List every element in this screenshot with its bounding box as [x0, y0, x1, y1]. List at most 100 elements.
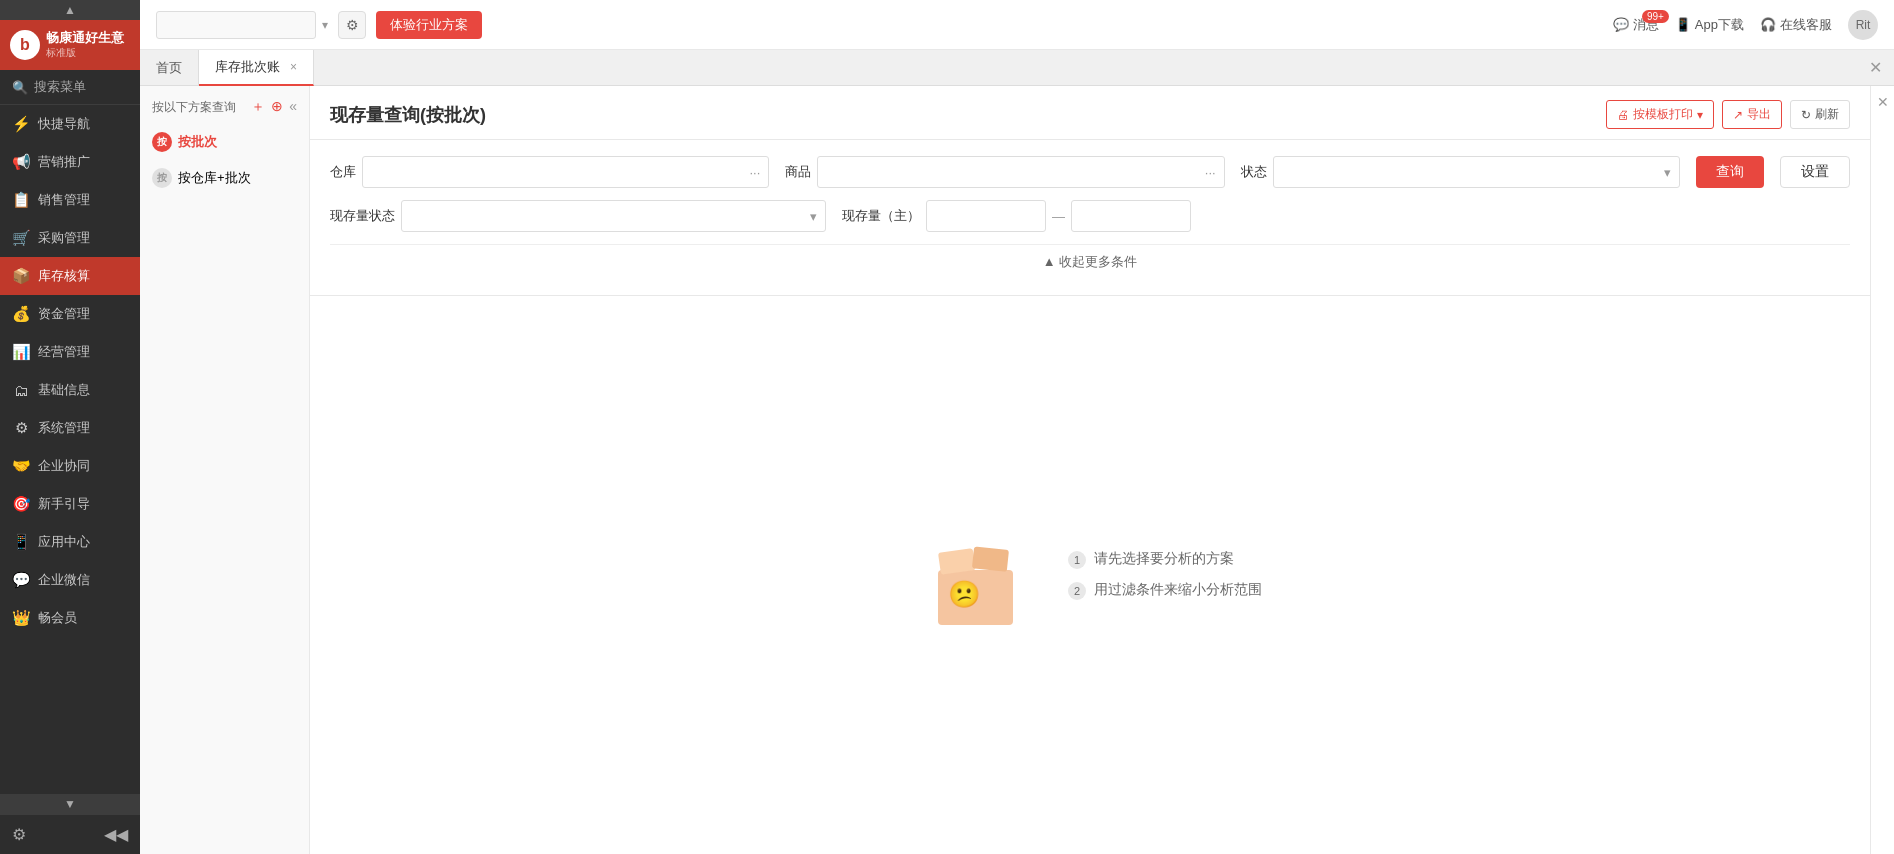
quick-nav-icon: ⚡ [12, 115, 30, 133]
sidebar: ▲ b 畅康通好生意 标准版 🔍 搜索菜单 ⚡ 快捷导航 📢 营销推广 📋 销售… [0, 0, 140, 854]
sidebar-scroll-up[interactable]: ▲ [0, 0, 140, 20]
page-title: 现存量查询(按批次) [330, 103, 486, 127]
scheme-item-batch[interactable]: 按 按批次 [140, 124, 309, 160]
system-icon: ⚙ [12, 419, 30, 437]
warehouse-label: 仓库 [330, 163, 356, 181]
tab-home-label: 首页 [156, 59, 182, 77]
sidebar-item-operations[interactable]: 📊 经营管理 [0, 333, 140, 371]
page-header: 现存量查询(按批次) 🖨 按模板打印 ▾ ↗ 导出 ↻ [310, 86, 1870, 140]
collapse-more-btn[interactable]: ▲ 收起更多条件 [330, 244, 1850, 279]
filter-warehouse: 仓库 ··· [330, 156, 769, 188]
main-close-btn[interactable]: ✕ [1857, 58, 1894, 77]
topbar-gear-btn[interactable]: ⚙ [338, 11, 366, 39]
settings-btn[interactable]: 设置 [1780, 156, 1850, 188]
sidebar-scroll-down[interactable]: ▼ [0, 794, 140, 814]
sidebar-item-label: 销售管理 [38, 191, 90, 209]
sidebar-item-marketing[interactable]: 📢 营销推广 [0, 143, 140, 181]
search-icon: 🔍 [12, 80, 28, 95]
stock-qty-min-input[interactable] [926, 200, 1046, 232]
sidebar-item-label: 应用中心 [38, 533, 90, 551]
scheme-item-warehouse-batch[interactable]: 按 按仓库+批次 [140, 160, 309, 196]
sidebar-item-system[interactable]: ⚙ 系统管理 [0, 409, 140, 447]
scheme-label-batch: 按批次 [178, 133, 217, 151]
warehouse-more-btn[interactable]: ··· [749, 165, 760, 180]
tab-home[interactable]: 首页 [140, 50, 199, 86]
export-icon: ↗ [1733, 108, 1743, 122]
query-btn[interactable]: 查询 [1696, 156, 1764, 188]
sales-icon: 📋 [12, 191, 30, 209]
message-btn[interactable]: 💬 消息 99+ [1613, 16, 1659, 34]
sidebar-item-enterprise-wechat[interactable]: 💬 企业微信 [0, 561, 140, 599]
stock-status-select[interactable]: ▾ [401, 200, 826, 232]
filter-stock-qty: 现存量（主） — [842, 200, 1338, 232]
tab-inventory-batch[interactable]: 库存批次账 × [199, 50, 314, 86]
topbar-right: 💬 消息 99+ 📱 App下载 🎧 在线客服 Rit [1613, 10, 1878, 40]
refresh-btn[interactable]: ↻ 刷新 [1790, 100, 1850, 129]
svg-rect-2 [972, 546, 1009, 572]
print-btn[interactable]: 🖨 按模板打印 ▾ [1606, 100, 1714, 129]
sidebar-search[interactable]: 🔍 搜索菜单 [0, 70, 140, 105]
right-content: 现存量查询(按批次) 🖨 按模板打印 ▾ ↗ 导出 ↻ [310, 86, 1870, 854]
sidebar-item-quick-nav[interactable]: ⚡ 快捷导航 [0, 105, 140, 143]
sidebar-item-inventory[interactable]: 📦 库存核算 [0, 257, 140, 295]
online-service-btn[interactable]: 🎧 在线客服 [1760, 16, 1832, 34]
page-header-top: 现存量查询(按批次) 🖨 按模板打印 ▾ ↗ 导出 ↻ [330, 100, 1850, 129]
basic-icon: 🗂 [12, 382, 30, 399]
product-more-btn[interactable]: ··· [1205, 165, 1216, 180]
sidebar-item-purchase[interactable]: 🛒 采购管理 [0, 219, 140, 257]
sidebar-item-sales[interactable]: 📋 销售管理 [0, 181, 140, 219]
sidebar-item-newbie[interactable]: 🎯 新手引导 [0, 485, 140, 523]
tabbar: 首页 库存批次账 × ✕ [140, 50, 1894, 86]
scheme-icon-warehouse-batch: 按 [152, 168, 172, 188]
left-panel: 按以下方案查询 ＋ ⊕ « 按 按批次 按 按仓库+批次 [140, 86, 310, 854]
headset-icon: 🎧 [1760, 17, 1776, 32]
topbar-search-input[interactable] [156, 11, 316, 39]
svg-text:😕: 😕 [948, 578, 981, 610]
warehouse-select[interactable]: ··· [362, 156, 769, 188]
empty-svg: 😕 [918, 515, 1038, 635]
print-icon: 🖨 [1617, 108, 1629, 122]
sidebar-item-basic[interactable]: 🗂 基础信息 [0, 371, 140, 409]
sidebar-item-label: 快捷导航 [38, 115, 90, 133]
print-dropdown-icon[interactable]: ▾ [1697, 108, 1703, 122]
export-btn[interactable]: ↗ 导出 [1722, 100, 1782, 129]
right-sidebar-panel: ✕ [1870, 86, 1894, 854]
product-select[interactable]: ··· [817, 156, 1224, 188]
topbar-chevron-icon[interactable]: ▾ [322, 18, 328, 32]
sidebar-item-member[interactable]: 👑 畅会员 [0, 599, 140, 637]
sidebar-item-app-center[interactable]: 📱 应用中心 [0, 523, 140, 561]
app-download-btn[interactable]: 📱 App下载 [1675, 16, 1744, 34]
empty-hints: 1 请先选择要分析的方案 2 用过滤条件来缩小分析范围 [1068, 550, 1262, 600]
empty-state: 😕 1 请先选择要分析的方案 2 用过滤条件来缩小分析范围 [310, 296, 1870, 854]
collapse-sidebar-icon[interactable]: ◀◀ [104, 825, 128, 844]
inventory-icon: 📦 [12, 267, 30, 285]
experience-btn[interactable]: 体验行业方案 [376, 11, 482, 39]
empty-illustration: 😕 [918, 515, 1038, 635]
finance-icon: 💰 [12, 305, 30, 323]
sidebar-item-label: 畅会员 [38, 609, 77, 627]
sidebar-item-label: 系统管理 [38, 419, 90, 437]
product-label: 商品 [785, 163, 811, 181]
stock-qty-max-input[interactable] [1071, 200, 1191, 232]
right-panel-close-btn[interactable]: ✕ [1877, 94, 1889, 110]
scheme-label-warehouse-batch: 按仓库+批次 [178, 169, 251, 187]
collapse-panel-btn[interactable]: « [289, 98, 297, 116]
app-version: 标准版 [46, 46, 124, 60]
hint-number-2: 2 [1068, 582, 1086, 600]
member-icon: 👑 [12, 609, 30, 627]
enterprise-icon: 🤝 [12, 457, 30, 475]
app-name: 畅康通好生意 [46, 30, 124, 46]
sidebar-item-label: 资金管理 [38, 305, 90, 323]
topbar-input-area: ▾ [156, 11, 328, 39]
sidebar-item-finance[interactable]: 💰 资金管理 [0, 295, 140, 333]
settings-icon[interactable]: ⚙ [12, 825, 26, 844]
add-scheme-btn[interactable]: ＋ [251, 98, 265, 116]
hint-number-1: 1 [1068, 551, 1086, 569]
topbar: ▾ ⚙ 体验行业方案 💬 消息 99+ 📱 App下载 🎧 在线客服 Rit [140, 0, 1894, 50]
user-avatar-btn[interactable]: Rit [1848, 10, 1878, 40]
filter-row-2: 现存量状态 ▾ 现存量（主） — [330, 200, 1850, 232]
scheme-settings-btn[interactable]: ⊕ [271, 98, 283, 116]
status-select[interactable]: ▾ [1273, 156, 1680, 188]
sidebar-item-enterprise[interactable]: 🤝 企业协同 [0, 447, 140, 485]
tab-close-btn[interactable]: × [290, 60, 297, 74]
